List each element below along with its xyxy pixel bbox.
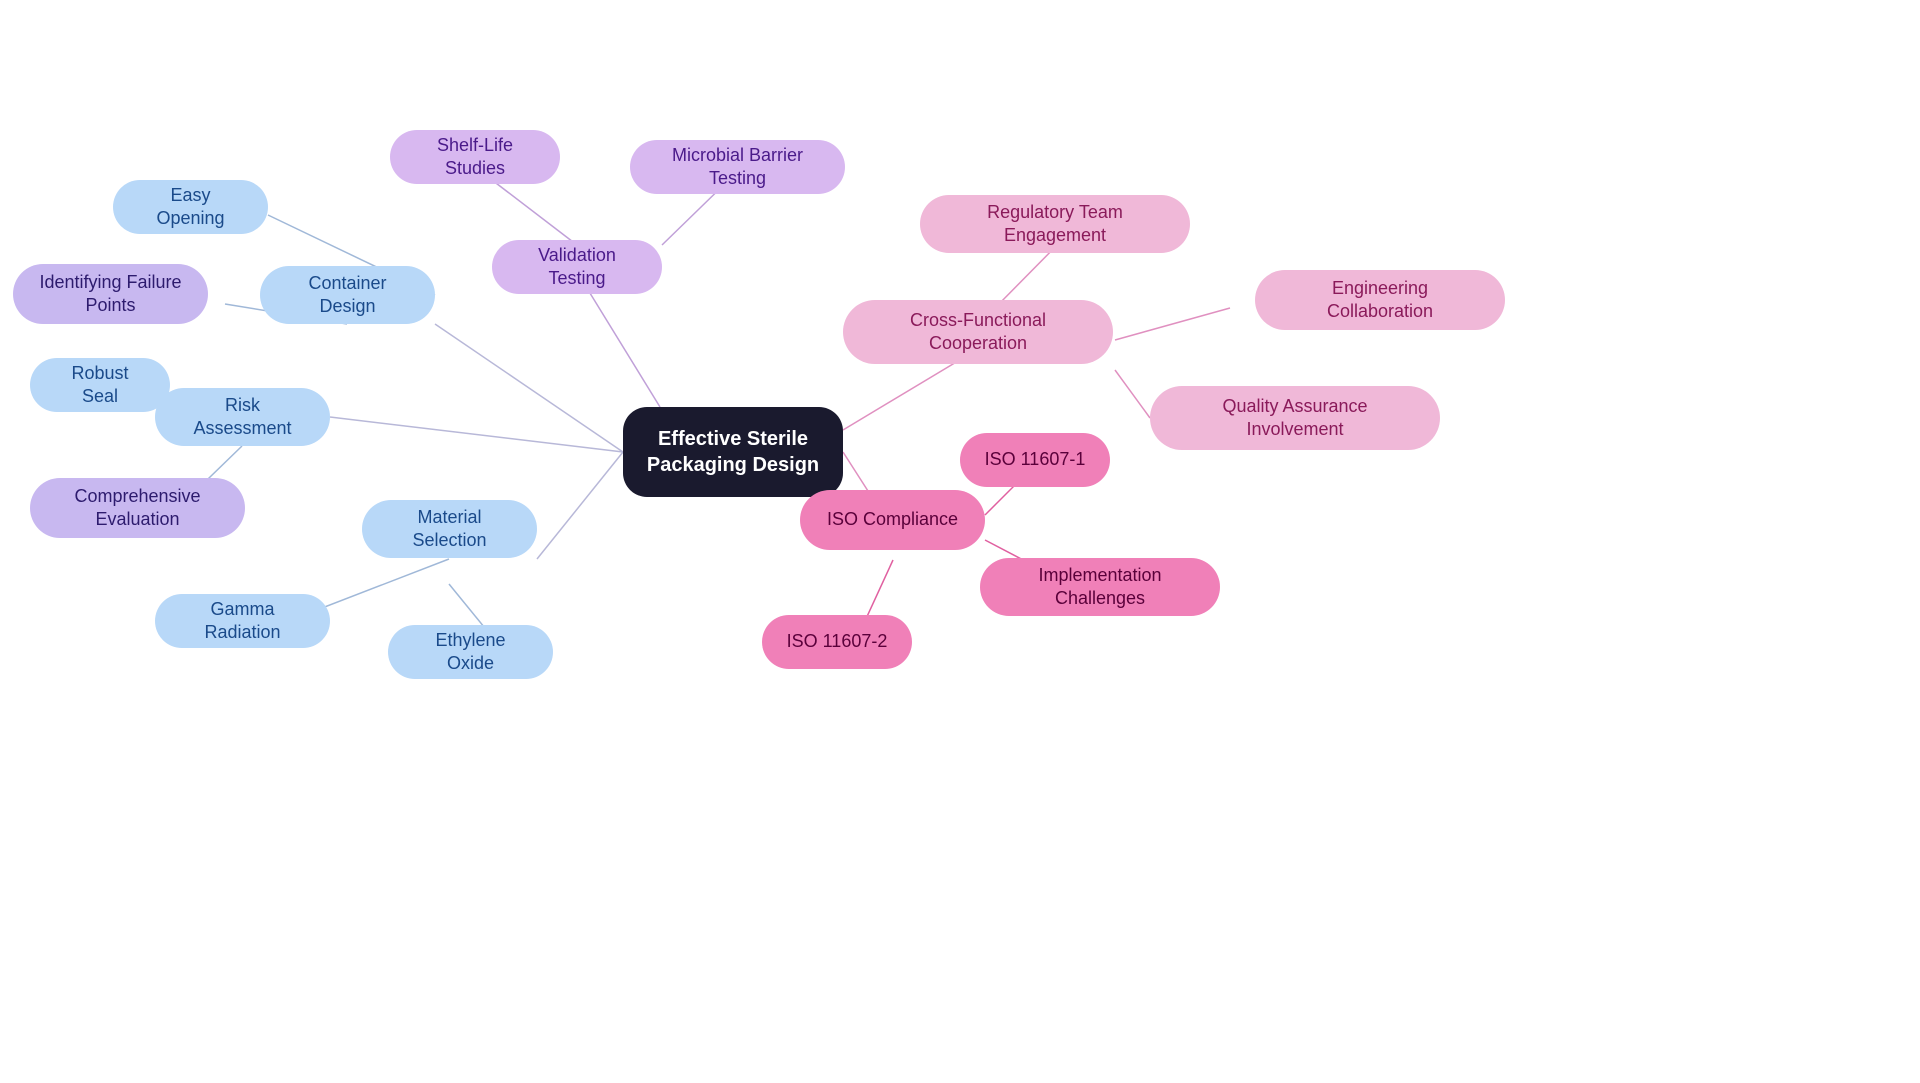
comprehensive-eval-node: Comprehensive Evaluation: [30, 478, 245, 538]
microbial-barrier-node: Microbial Barrier Testing: [630, 140, 845, 194]
gamma-radiation-node: Gamma Radiation: [155, 594, 330, 648]
iso-compliance-node: ISO Compliance: [800, 490, 985, 550]
container-design-node: Container Design: [260, 266, 435, 324]
ethylene-oxide-node: Ethylene Oxide: [388, 625, 553, 679]
shelf-life-node: Shelf-Life Studies: [390, 130, 560, 184]
material-selection-node: Material Selection: [362, 500, 537, 558]
validation-testing-node: Validation Testing: [492, 240, 662, 294]
iso-11607-2-node: ISO 11607-2: [762, 615, 912, 669]
regulatory-team-node: Regulatory Team Engagement: [920, 195, 1190, 253]
engineering-collab-node: Engineering Collaboration: [1255, 270, 1505, 330]
qa-involvement-node: Quality Assurance Involvement: [1150, 386, 1440, 450]
identifying-failure-node: Identifying Failure Points: [13, 264, 208, 324]
cross-functional-node: Cross-Functional Cooperation: [843, 300, 1113, 364]
iso-11607-1-node: ISO 11607-1: [960, 433, 1110, 487]
center-node: Effective Sterile Packaging Design: [623, 407, 843, 497]
risk-assessment-node: Risk Assessment: [155, 388, 330, 446]
easy-opening-node: Easy Opening: [113, 180, 268, 234]
implementation-challenges-node: Implementation Challenges: [980, 558, 1220, 616]
robust-seal-node: Robust Seal: [30, 358, 170, 412]
